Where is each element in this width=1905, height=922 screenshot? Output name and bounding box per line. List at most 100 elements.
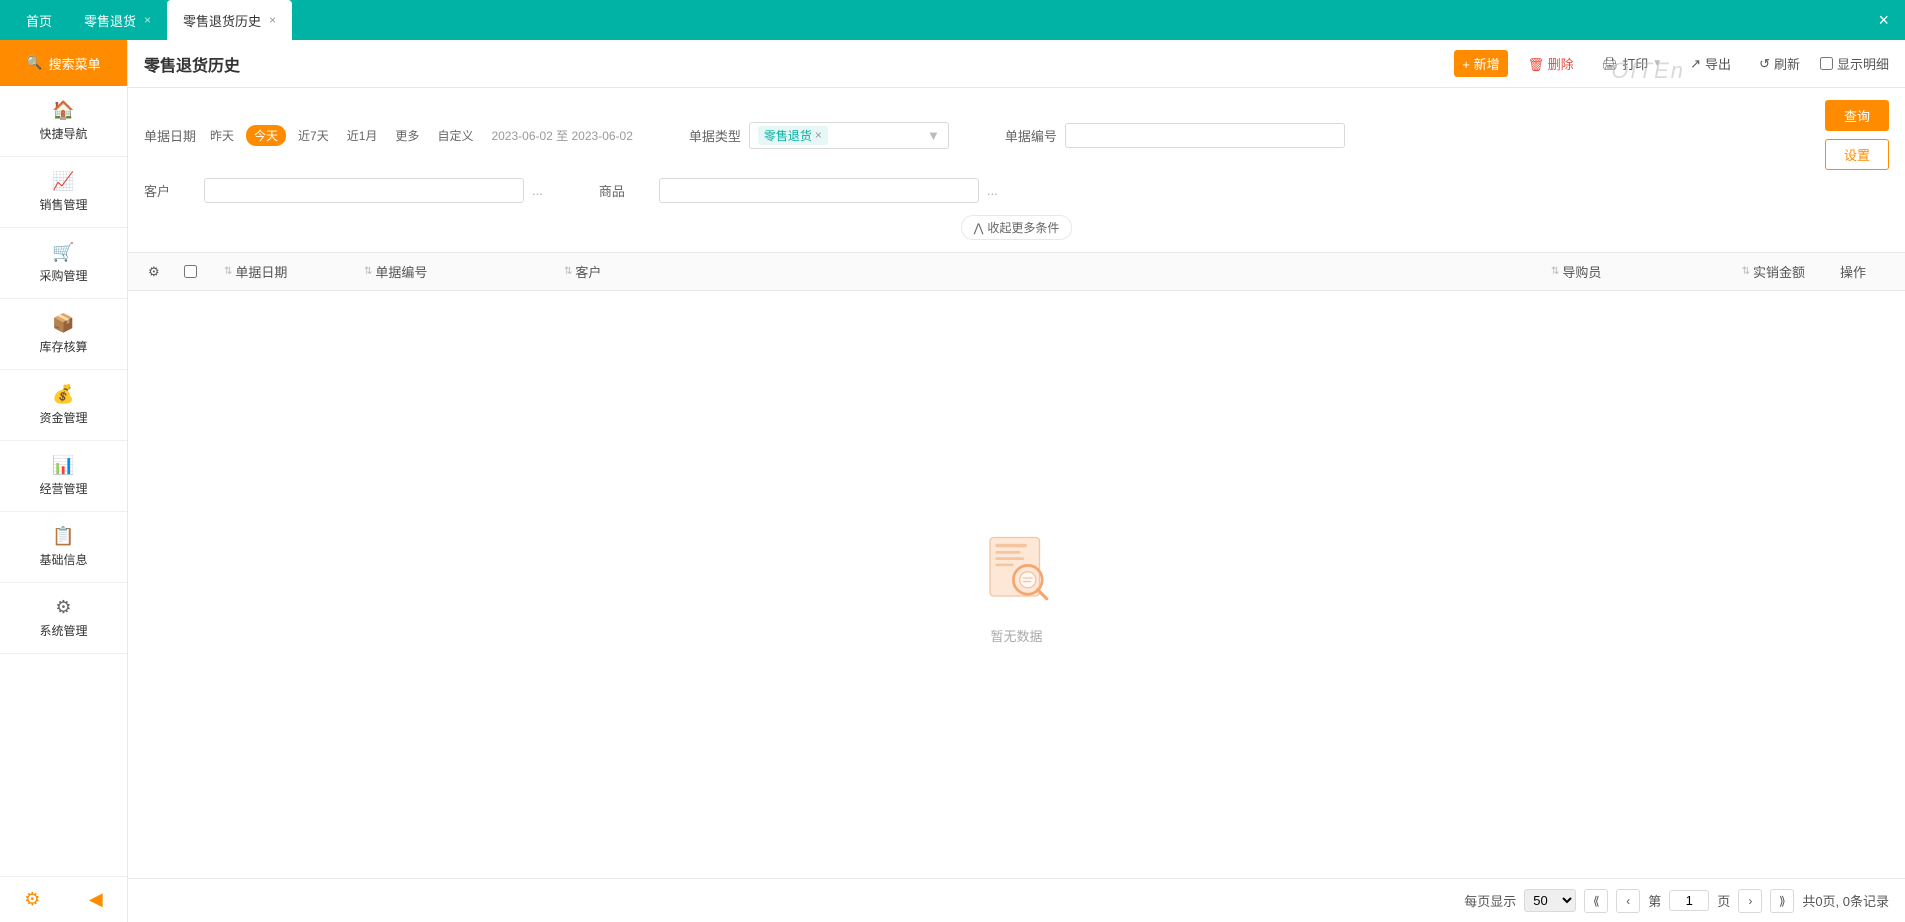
tab-retail-return-history[interactable]: 零售退货历史 × [167,0,292,40]
col-header-number[interactable]: ⇅ 单据编号 [356,262,556,281]
setting-button[interactable]: 设置 [1825,139,1889,170]
refresh-icon: ↺ [1759,56,1770,72]
inventory-icon: 📦 [52,313,74,334]
col-header-customer[interactable]: ⇅ 客户 [556,262,1543,281]
goods-input[interactable] [659,178,979,203]
delete-button[interactable]: 🗑 删除 [1520,50,1582,77]
top-nav: 首页 零售退货 × 零售退货历史 × × [0,0,1905,40]
show-detail-checkbox-input[interactable] [1820,57,1833,70]
select-all-checkbox[interactable] [184,265,197,278]
settings-bottom-icon[interactable]: ⚙ [24,889,40,910]
col-header-action: 操作 [1813,262,1893,281]
refresh-button[interactable]: ↺ 刷新 [1751,50,1808,77]
date-range-display: 2023-06-02 至 2023-06-02 [491,127,632,144]
tab-retail-return-history-close[interactable]: × [269,13,276,27]
goods-dots[interactable]: ... [987,183,998,198]
print-icon: 🖨 [1602,56,1619,72]
sidebar-item-operations[interactable]: 📊 经营管理 [0,441,127,512]
type-tag-close[interactable]: × [815,128,822,142]
export-icon: ↗ [1690,56,1701,72]
collapse-icon: ⋀ [974,221,984,235]
date-option-1month[interactable]: 近1月 [341,125,384,146]
search-icon: 🔍 [26,55,42,71]
last-page-btn[interactable]: ⟫ [1770,889,1794,913]
filter-goods: 商品 ... [599,178,998,203]
type-dropdown-icon: ▼ [927,128,940,143]
sidebar-item-basic-info[interactable]: 📋 基础信息 [0,512,127,583]
empty-illustration [972,524,1062,614]
date-option-yesterday[interactable]: 昨天 [204,125,240,146]
empty-state: 暂无数据 [128,291,1905,878]
tab-retail-return[interactable]: 零售退货 × [68,0,167,40]
date-option-7days[interactable]: 近7天 [292,125,335,146]
filter-row-1: 单据日期 昨天 今天 近7天 近1月 更多 自定义 2023-06-02 至 2… [144,100,1889,170]
finance-icon: 💰 [52,384,74,405]
page-title: 零售退货历史 [144,52,1454,76]
first-page-btn[interactable]: ⟪ [1584,889,1608,913]
filter-customer: 客户 ... [144,178,543,203]
content-area: 零售退货历史 + 新增 🗑 删除 🖨 打印 ▼ ↗ 导出 ↺ 刷新 [128,40,1905,922]
table-header: ⚙ ⇅ 单据日期 ⇅ 单据编号 ⇅ 客户 ⇅ [128,253,1905,291]
operations-icon: 📊 [52,455,74,476]
collapse-row: ⋀ 收起更多条件 [144,211,1889,244]
tab-home[interactable]: 首页 [10,0,68,40]
per-page-select[interactable]: 50 100 200 [1524,889,1576,912]
gear-icon: ⚙ [148,264,160,280]
date-option-today[interactable]: 今天 [246,125,286,146]
pagination: 每页显示 50 100 200 ⟪ ‹ 第 页 › ⟫ 共0页, 0条记录 [128,878,1905,922]
table-area: ⚙ ⇅ 单据日期 ⇅ 单据编号 ⇅ 客户 ⇅ [128,253,1905,878]
prev-page-btn[interactable]: ‹ [1616,889,1640,913]
add-button[interactable]: + 新增 [1454,50,1507,77]
next-page-btn[interactable]: › [1738,889,1762,913]
filter-type: 单据类型 零售退货 × ▼ [689,122,949,149]
sort-icon-2: ⇅ [364,266,372,277]
filter-number: 单据编号 [1005,123,1345,148]
date-option-more[interactable]: 更多 [389,125,425,146]
sidebar-item-purchase[interactable]: 🛒 采购管理 [0,228,127,299]
export-button[interactable]: ↗ 导出 [1682,50,1739,77]
sidebar-bottom: ⚙ ◀ [0,876,127,922]
sidebar-item-home[interactable]: 🏠 快捷导航 [0,86,127,157]
sidebar-item-finance[interactable]: 💰 资金管理 [0,370,127,441]
query-button[interactable]: 查询 [1825,100,1889,131]
col-header-guide[interactable]: ⇅ 导购员 [1543,262,1693,281]
filter-area: 单据日期 昨天 今天 近7天 近1月 更多 自定义 2023-06-02 至 2… [128,88,1905,253]
sort-icon-4: ⇅ [1551,266,1559,277]
show-detail-check[interactable]: 显示明细 [1820,54,1889,73]
sort-icon-5: ⇅ [1742,266,1750,277]
col-header-amount[interactable]: ⇅ 实销金额 [1693,262,1813,281]
page-number-input[interactable] [1669,890,1709,911]
empty-text: 暂无数据 [990,626,1042,645]
sidebar-item-sales[interactable]: 📈 销售管理 [0,157,127,228]
purchase-icon: 🛒 [52,242,74,263]
filter-date: 单据日期 昨天 今天 近7天 近1月 更多 自定义 2023-06-02 至 2… [144,125,633,146]
print-dropdown-icon: ▼ [1652,58,1662,69]
tab-retail-return-close[interactable]: × [144,13,151,27]
sort-icon-3: ⇅ [564,266,572,277]
system-icon: ⚙ [55,597,71,618]
page-header: 零售退货历史 + 新增 🗑 删除 🖨 打印 ▼ ↗ 导出 ↺ 刷新 [128,40,1905,88]
sidebar-item-system[interactable]: ⚙ 系统管理 [0,583,127,654]
filter-row-2: 客户 ... 商品 ... [144,178,1889,203]
sidebar-search[interactable]: 🔍 搜索菜单 [0,40,127,86]
sidebar: 🔍 搜索菜单 🏠 快捷导航 📈 销售管理 🛒 采购管理 📦 库存核算 💰 资金管… [0,40,128,922]
window-close-icon[interactable]: × [1878,10,1889,31]
customer-dots[interactable]: ... [532,183,543,198]
sort-icon: ⇅ [224,266,232,277]
toolbar: + 新增 🗑 删除 🖨 打印 ▼ ↗ 导出 ↺ 刷新 显示明细 [1454,50,1889,77]
sales-icon: 📈 [52,171,74,192]
col-header-date[interactable]: ⇅ 单据日期 [216,262,356,281]
collapse-sidebar-icon[interactable]: ◀ [89,889,103,910]
basic-info-icon: 📋 [52,526,74,547]
customer-input[interactable] [204,178,524,203]
main-layout: 🔍 搜索菜单 🏠 快捷导航 📈 销售管理 🛒 采购管理 📦 库存核算 💰 资金管… [0,40,1905,922]
print-button[interactable]: 🖨 打印 ▼ [1594,50,1670,77]
number-input[interactable] [1065,123,1345,148]
sidebar-item-inventory[interactable]: 📦 库存核算 [0,299,127,370]
home-icon: 🏠 [52,100,74,121]
table-select-all[interactable] [176,265,216,278]
type-select[interactable]: 零售退货 × ▼ [749,122,949,149]
date-option-custom[interactable]: 自定义 [431,125,479,146]
table-settings-icon[interactable]: ⚙ [140,264,176,280]
collapse-button[interactable]: ⋀ 收起更多条件 [961,215,1073,240]
